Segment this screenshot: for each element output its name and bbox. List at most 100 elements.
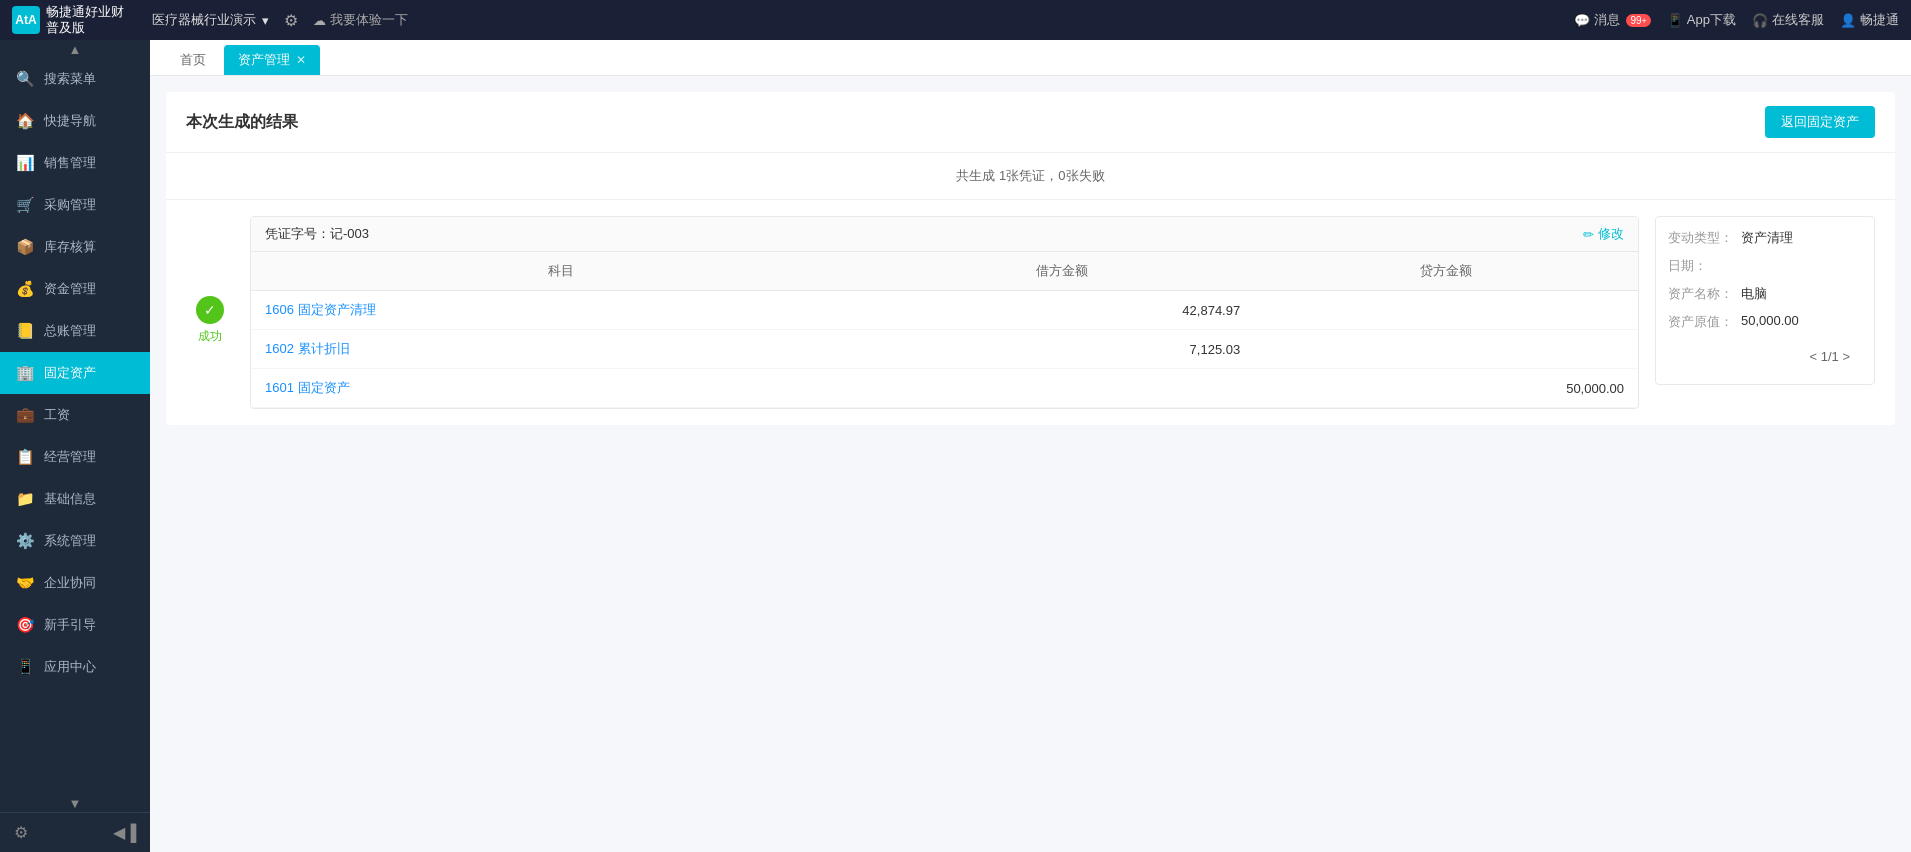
sidebar-item-app-center[interactable]: 📱 应用中心 bbox=[0, 646, 150, 688]
sidebar-item-operations[interactable]: 📋 经营管理 bbox=[0, 436, 150, 478]
info-row-date: 日期： bbox=[1668, 257, 1862, 275]
edit-label: 修改 bbox=[1598, 225, 1624, 243]
settings-gear-icon[interactable]: ⚙ bbox=[277, 6, 305, 34]
sidebar-item-enterprise[interactable]: 🤝 企业协同 bbox=[0, 562, 150, 604]
change-type-label: 变动类型： bbox=[1668, 229, 1733, 247]
asset-name-value: 电脑 bbox=[1741, 285, 1767, 303]
table-row: 1602 累计折旧 7,125.03 bbox=[251, 330, 1638, 369]
summary-text: 共生成 1张凭证，0张失败 bbox=[956, 168, 1104, 183]
purchase-icon: 🛒 bbox=[16, 196, 34, 214]
tab-close-icon[interactable]: ✕ bbox=[296, 53, 306, 67]
sidebar-item-payroll[interactable]: 💼 工资 bbox=[0, 394, 150, 436]
enterprise-icon: 🤝 bbox=[16, 574, 34, 592]
basic-info-icon: 📁 bbox=[16, 490, 34, 508]
sidebar-item-label: 企业协同 bbox=[44, 574, 96, 592]
fixed-assets-icon: 🏢 bbox=[16, 364, 34, 382]
return-fixed-assets-button[interactable]: 返回固定资产 bbox=[1765, 106, 1875, 138]
sidebar-item-ledger[interactable]: 📒 总账管理 bbox=[0, 310, 150, 352]
credit-cell bbox=[1254, 330, 1638, 369]
message-label: 消息 bbox=[1594, 11, 1620, 29]
sidebar-item-label: 采购管理 bbox=[44, 196, 96, 214]
success-indicator: ✓ 成功 bbox=[186, 216, 234, 409]
page-title: 本次生成的结果 bbox=[186, 112, 298, 133]
header-right: 💬 消息 99+ 📱 App下载 🎧 在线客服 👤 畅捷通 bbox=[1574, 11, 1899, 29]
col-subject: 科目 bbox=[251, 252, 870, 291]
ledger-icon: 📒 bbox=[16, 322, 34, 340]
main-layout: ▲ 🔍 搜索菜单 🏠 快捷导航 📊 销售管理 🛒 采购管理 📦 库存核算 bbox=[0, 40, 1911, 852]
sidebar-item-label: 固定资产 bbox=[44, 364, 96, 382]
dropdown-icon: ▾ bbox=[262, 13, 269, 28]
inventory-icon: 📦 bbox=[16, 238, 34, 256]
tab-asset-mgmt[interactable]: 资产管理 ✕ bbox=[224, 45, 320, 75]
change-type-value: 资产清理 bbox=[1741, 229, 1793, 247]
company-selector[interactable]: 医疗器械行业演示 ▾ bbox=[152, 11, 269, 29]
logo-area: AtA 畅捷通好业财 普及版 bbox=[12, 4, 124, 35]
sidebar-item-inventory[interactable]: 📦 库存核算 bbox=[0, 226, 150, 268]
sidebar-item-basic-info[interactable]: 📁 基础信息 bbox=[0, 478, 150, 520]
success-circle-icon: ✓ bbox=[196, 296, 224, 324]
sidebar-item-capital[interactable]: 💰 资金管理 bbox=[0, 268, 150, 310]
sidebar-item-label: 总账管理 bbox=[44, 322, 96, 340]
result-header: 本次生成的结果 返回固定资产 bbox=[166, 92, 1895, 153]
sidebar-item-search[interactable]: 🔍 搜索菜单 bbox=[0, 58, 150, 100]
company-name: 医疗器械行业演示 bbox=[152, 11, 256, 29]
asset-value-label: 资产原值： bbox=[1668, 313, 1733, 331]
pagination-nav[interactable]: < 1/1 > bbox=[1810, 349, 1850, 364]
voucher-header-row: 凭证字号：记-003 ✏ 修改 bbox=[251, 217, 1638, 252]
edit-button[interactable]: ✏ 修改 bbox=[1583, 225, 1624, 243]
download-icon: 📱 bbox=[1667, 13, 1683, 28]
sidebar-item-label: 搜索菜单 bbox=[44, 70, 96, 88]
experience-label: 我要体验一下 bbox=[330, 11, 408, 29]
sidebar-item-purchase[interactable]: 🛒 采购管理 bbox=[0, 184, 150, 226]
app-download-action[interactable]: 📱 App下载 bbox=[1667, 11, 1736, 29]
sidebar-item-system[interactable]: ⚙️ 系统管理 bbox=[0, 520, 150, 562]
sidebar-scroll-up[interactable]: ▲ bbox=[0, 40, 150, 58]
debit-cell: 7,125.03 bbox=[870, 330, 1254, 369]
info-row-asset-value: 资产原值： 50,000.00 bbox=[1668, 313, 1862, 331]
message-action[interactable]: 💬 消息 99+ bbox=[1574, 11, 1650, 29]
system-icon: ⚙️ bbox=[16, 532, 34, 550]
result-summary: 共生成 1张凭证，0张失败 bbox=[166, 153, 1895, 200]
voucher-table: 科目 借方金额 贷方金额 1606 固定资产清理 42,874.97 bbox=[251, 252, 1638, 408]
online-service-action[interactable]: 🎧 在线客服 bbox=[1752, 11, 1824, 29]
home-icon: 🏠 bbox=[16, 112, 34, 130]
sidebar-item-label: 销售管理 bbox=[44, 154, 96, 172]
user-label: 畅捷通 bbox=[1860, 11, 1899, 29]
sidebar-collapse-icon[interactable]: ◀▐ bbox=[113, 823, 136, 842]
info-row-change-type: 变动类型： 资产清理 bbox=[1668, 229, 1862, 247]
sidebar-item-quick-nav[interactable]: 🏠 快捷导航 bbox=[0, 100, 150, 142]
tab-bar: 首页 资产管理 ✕ bbox=[150, 40, 1911, 76]
sidebar-item-label: 新手引导 bbox=[44, 616, 96, 634]
search-icon: 🔍 bbox=[16, 70, 34, 88]
capital-icon: 💰 bbox=[16, 280, 34, 298]
success-label: 成功 bbox=[198, 328, 222, 345]
experience-button[interactable]: ☁ 我要体验一下 bbox=[313, 11, 408, 29]
table-row: 1606 固定资产清理 42,874.97 bbox=[251, 291, 1638, 330]
sidebar-settings-icon[interactable]: ⚙ bbox=[14, 823, 28, 842]
tab-home[interactable]: 首页 bbox=[166, 45, 220, 75]
logo-text: 畅捷通好业财 普及版 bbox=[46, 4, 124, 35]
sidebar-item-guide[interactable]: 🎯 新手引导 bbox=[0, 604, 150, 646]
logo-sub: 普及版 bbox=[46, 20, 124, 36]
table-row: 1601 固定资产 50,000.00 bbox=[251, 369, 1638, 408]
app-download-label: App下载 bbox=[1687, 11, 1736, 29]
credit-cell: 50,000.00 bbox=[1254, 369, 1638, 408]
voucher-main: 凭证字号：记-003 ✏ 修改 科目 借方金额 贷方 bbox=[250, 216, 1639, 409]
voucher-number: 凭证字号：记-003 bbox=[265, 225, 369, 243]
sidebar-item-label: 库存核算 bbox=[44, 238, 96, 256]
subject-cell: 1602 累计折旧 bbox=[251, 330, 870, 369]
content-area: 首页 资产管理 ✕ 本次生成的结果 返回固定资产 共生成 1张凭证，0张失败 bbox=[150, 40, 1911, 852]
debit-cell: 42,874.97 bbox=[870, 291, 1254, 330]
sidebar-item-sales[interactable]: 📊 销售管理 bbox=[0, 142, 150, 184]
edit-icon: ✏ bbox=[1583, 227, 1594, 242]
top-header: AtA 畅捷通好业财 普及版 医疗器械行业演示 ▾ ⚙ ☁ 我要体验一下 💬 消… bbox=[0, 0, 1911, 40]
user-icon: 👤 bbox=[1840, 13, 1856, 28]
sidebar-item-label: 快捷导航 bbox=[44, 112, 96, 130]
asset-name-label: 资产名称： bbox=[1668, 285, 1733, 303]
sidebar-item-fixed-assets[interactable]: 🏢 固定资产 bbox=[0, 352, 150, 394]
service-icon: 🎧 bbox=[1752, 13, 1768, 28]
voucher-container: ✓ 成功 凭证字号：记-003 ✏ 修改 bbox=[166, 200, 1895, 425]
user-action[interactable]: 👤 畅捷通 bbox=[1840, 11, 1899, 29]
sidebar-scroll-down[interactable]: ▼ bbox=[0, 794, 150, 812]
guide-icon: 🎯 bbox=[16, 616, 34, 634]
